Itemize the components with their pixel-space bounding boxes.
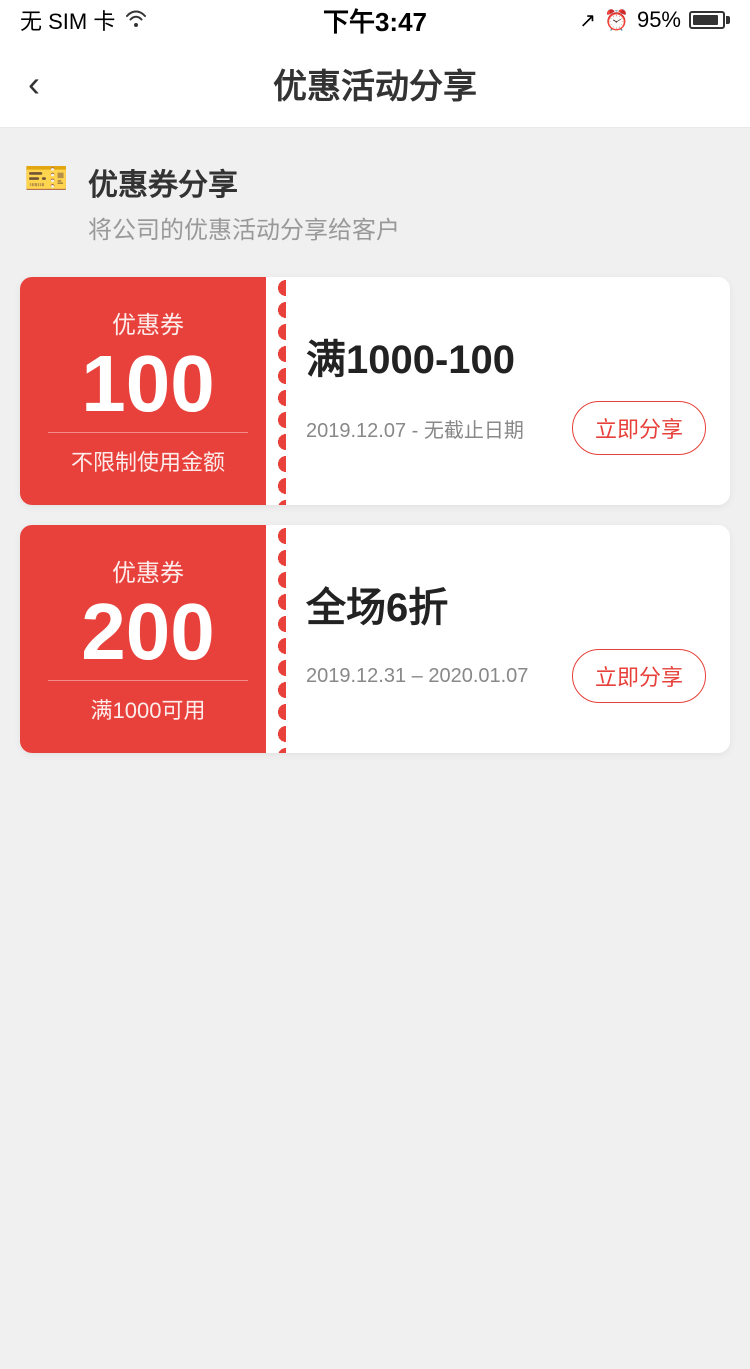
- alarm-icon: ⏰: [604, 8, 629, 33]
- coupon-amount-2: 200: [81, 592, 214, 672]
- coupon-label-1: 优惠券: [112, 305, 184, 340]
- battery-percent: 95%: [637, 7, 681, 33]
- coupon-card-1: 优惠券 100 不限制使用金额 满1000-100 2019.12.07 - 无…: [20, 277, 730, 505]
- coupon-date-row-1: 2019.12.07 - 无截止日期 立即分享: [306, 401, 706, 455]
- coupon-divider-1: [48, 432, 248, 433]
- carrier-text: 无 SIM 卡: [20, 4, 115, 36]
- section-subtitle: 将公司的优惠活动分享给客户: [88, 210, 400, 245]
- back-button[interactable]: ‹: [28, 63, 40, 105]
- share-button-2[interactable]: 立即分享: [572, 649, 706, 703]
- coupon-right-2: 全场6折 2019.12.31 – 2020.01.07 立即分享: [276, 525, 730, 753]
- coupon-right-1: 满1000-100 2019.12.07 - 无截止日期 立即分享: [276, 277, 730, 505]
- coupon-card-2: 优惠券 200 满1000可用 全场6折 2019.12.31 – 2020.0…: [20, 525, 730, 753]
- status-time: 下午3:47: [323, 2, 427, 39]
- coupon-condition-1: 不限制使用金额: [71, 445, 225, 477]
- coupon-left-1: 优惠券 100 不限制使用金额: [20, 277, 276, 505]
- page-title: 优惠活动分享: [273, 59, 477, 108]
- section-text-block: 优惠券分享 将公司的优惠活动分享给客户: [88, 160, 400, 245]
- coupon-label-2: 优惠券: [112, 553, 184, 588]
- coupon-divider-2: [48, 680, 248, 681]
- section-title: 优惠券分享: [88, 160, 400, 204]
- section-icon: 🎫: [24, 160, 72, 208]
- coupon-date-row-2: 2019.12.31 – 2020.01.07 立即分享: [306, 649, 706, 703]
- coupon-condition-2: 满1000可用: [91, 693, 206, 725]
- page-bottom: [0, 769, 750, 1369]
- coupon-amount-1: 100: [81, 344, 214, 424]
- coupon-date-2: 2019.12.31 – 2020.01.07: [306, 665, 528, 688]
- coupon-list: 优惠券 100 不限制使用金额 满1000-100 2019.12.07 - 无…: [0, 261, 750, 769]
- status-right: ↗ ⏰ 95%: [579, 7, 730, 33]
- wifi-icon: [125, 7, 147, 33]
- nav-bar: ‹ 优惠活动分享: [0, 40, 750, 128]
- section-header: 🎫 优惠券分享 将公司的优惠活动分享给客户: [0, 128, 750, 261]
- coupon-name-1: 满1000-100: [306, 327, 706, 385]
- status-bar: 无 SIM 卡 下午3:47 ↗ ⏰ 95%: [0, 0, 750, 40]
- location-icon: ↗: [579, 8, 596, 33]
- coupon-name-2: 全场6折: [306, 575, 706, 633]
- coupon-left-2: 优惠券 200 满1000可用: [20, 525, 276, 753]
- status-left: 无 SIM 卡: [20, 4, 147, 36]
- battery-icon: [689, 11, 730, 29]
- share-button-1[interactable]: 立即分享: [572, 401, 706, 455]
- coupon-date-1: 2019.12.07 - 无截止日期: [306, 414, 524, 443]
